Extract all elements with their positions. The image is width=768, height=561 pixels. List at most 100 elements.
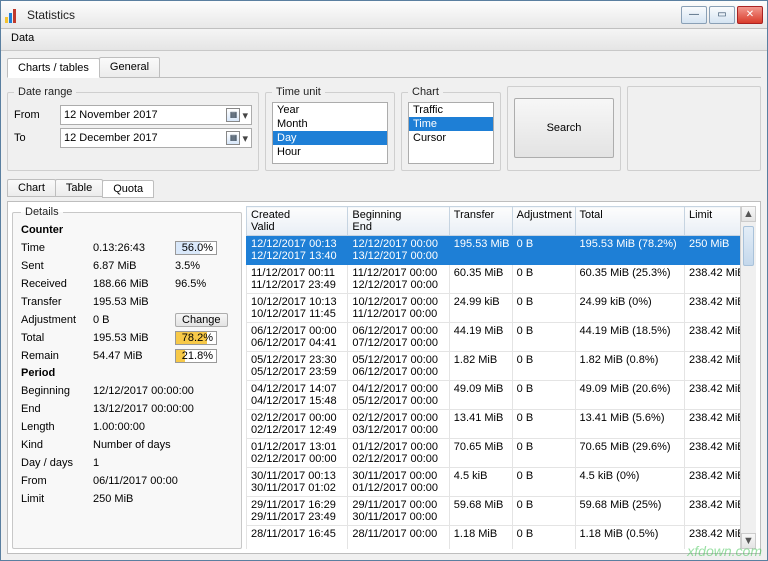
table-row[interactable]: 12/12/2017 00:1312/12/2017 13:4012/12/20… [247,236,756,265]
total-pct: 78.2% [175,331,217,345]
chart-group: Chart TrafficTimeCursor [401,86,501,171]
list-item[interactable]: Traffic [409,103,493,117]
col-transfer[interactable]: Transfer [449,207,512,236]
window-title: Statistics [27,8,681,22]
app-icon [5,7,21,23]
change-button[interactable]: Change [175,313,228,327]
limit-label: Limit [21,493,89,505]
received-value: 188.66 MiB [93,278,171,290]
from-date-field[interactable]: 12 November 2017 ▦ ▾ [60,105,252,125]
time-unit-legend: Time unit [272,86,325,98]
quota-table[interactable]: CreatedValid BeginningEnd Transfer Adjus… [246,206,756,549]
table-row[interactable]: 11/12/2017 00:1111/12/2017 23:4911/12/20… [247,265,756,294]
menubar: Data [1,29,767,51]
col-adjustment[interactable]: Adjustment [512,207,575,236]
calendar-icon[interactable]: ▦ [226,108,240,122]
adjustment-value: 0 B [93,314,171,326]
from-label: From [14,109,54,121]
period-heading: Period [21,367,233,379]
list-item[interactable]: Cursor [409,131,493,145]
table-row[interactable]: 02/12/2017 00:0002/12/2017 12:4902/12/20… [247,410,756,439]
days-label: Day / days [21,457,89,469]
search-group: Search [507,86,621,171]
remain-value: 54.47 MiB [93,350,171,362]
limit-value: 250 MiB [93,493,133,505]
chevron-down-icon[interactable]: ▾ [242,109,248,122]
from-date-value: 12 November 2017 [64,109,226,121]
col-total[interactable]: Total [575,207,685,236]
quota-table-wrap: CreatedValid BeginningEnd Transfer Adjus… [246,206,756,549]
list-item[interactable]: Year [273,103,387,117]
adjustment-label: Adjustment [21,314,89,326]
total-value: 195.53 MiB [93,332,171,344]
days-value: 1 [93,457,99,469]
transfer-label: Transfer [21,296,89,308]
beginning-value: 12/12/2017 00:00:00 [93,385,194,397]
menu-data[interactable]: Data [11,32,34,44]
remain-label: Remain [21,350,89,362]
titlebar[interactable]: Statistics — ▭ ✕ [1,1,767,29]
table-row[interactable]: 10/12/2017 10:1310/12/2017 11:4510/12/20… [247,294,756,323]
end-value: 13/12/2017 00:00:00 [93,403,194,415]
chevron-down-icon[interactable]: ▾ [242,132,248,145]
table-row[interactable]: 01/12/2017 13:0102/12/2017 00:0001/12/20… [247,439,756,468]
empty-group [627,86,761,171]
subtab-quota[interactable]: Quota [102,180,154,198]
table-row[interactable]: 05/12/2017 23:3005/12/2017 23:5905/12/20… [247,352,756,381]
period-from-value: 06/11/2017 00:00 [93,475,178,487]
chart-listbox[interactable]: TrafficTimeCursor [408,102,494,164]
remain-pct: 21.8% [175,349,217,363]
subtab-table[interactable]: Table [55,179,103,197]
scroll-thumb[interactable] [743,226,754,266]
date-range-group: Date range From 12 November 2017 ▦ ▾ To … [7,86,259,171]
table-row[interactable]: 29/11/2017 16:2929/11/2017 23:4929/11/20… [247,497,756,526]
details-group: Details Counter Time0.13:26:4356.0% Sent… [12,206,242,549]
kind-label: Kind [21,439,89,451]
total-label: Total [21,332,89,344]
search-button[interactable]: Search [514,98,614,158]
main-tabs: Charts / tables General [7,57,761,78]
chart-legend: Chart [408,86,443,98]
statistics-window: Statistics — ▭ ✕ Data Charts / tables Ge… [0,0,768,561]
minimize-button[interactable]: — [681,6,707,24]
close-button[interactable]: ✕ [737,6,763,24]
date-range-legend: Date range [14,86,76,98]
sub-tabs: Chart Table Quota [7,179,761,197]
table-row[interactable]: 04/12/2017 14:0704/12/2017 15:4804/12/20… [247,381,756,410]
details-legend: Details [21,206,63,218]
tab-general[interactable]: General [99,57,160,77]
time-unit-group: Time unit YearMonthDayHour [265,86,395,171]
received-label: Received [21,278,89,290]
table-row[interactable]: 06/12/2017 00:0006/12/2017 04:4106/12/20… [247,323,756,352]
to-date-field[interactable]: 12 December 2017 ▦ ▾ [60,128,252,148]
beginning-label: Beginning [21,385,89,397]
col-created[interactable]: CreatedValid [247,207,348,236]
time-value: 0.13:26:43 [93,242,171,254]
list-item[interactable]: Day [273,131,387,145]
quota-panel: Details Counter Time0.13:26:4356.0% Sent… [7,201,761,554]
list-item[interactable]: Time [409,117,493,131]
sent-label: Sent [21,260,89,272]
sent-value: 6.87 MiB [93,260,171,272]
to-date-value: 12 December 2017 [64,132,226,144]
sent-pct: 3.5% [175,260,233,272]
table-row[interactable]: 30/11/2017 00:1330/11/2017 01:0230/11/20… [247,468,756,497]
kind-value: Number of days [93,439,171,451]
vertical-scrollbar[interactable]: ▲ ▼ [740,206,756,549]
time-label: Time [21,242,89,254]
scroll-up-arrow[interactable]: ▲ [741,206,756,222]
length-label: Length [21,421,89,433]
col-beginning[interactable]: BeginningEnd [348,207,449,236]
tab-charts-tables[interactable]: Charts / tables [7,58,100,78]
list-item[interactable]: Month [273,117,387,131]
list-item[interactable]: Hour [273,145,387,159]
maximize-button[interactable]: ▭ [709,6,735,24]
table-row[interactable]: 28/11/2017 16:4528/11/2017 00:001.18 MiB… [247,526,756,550]
to-label: To [14,132,54,144]
scroll-down-arrow[interactable]: ▼ [741,533,756,549]
subtab-chart[interactable]: Chart [7,179,56,197]
calendar-icon[interactable]: ▦ [226,131,240,145]
transfer-value: 195.53 MiB [93,296,171,308]
received-pct: 96.5% [175,278,233,290]
time-unit-listbox[interactable]: YearMonthDayHour [272,102,388,164]
